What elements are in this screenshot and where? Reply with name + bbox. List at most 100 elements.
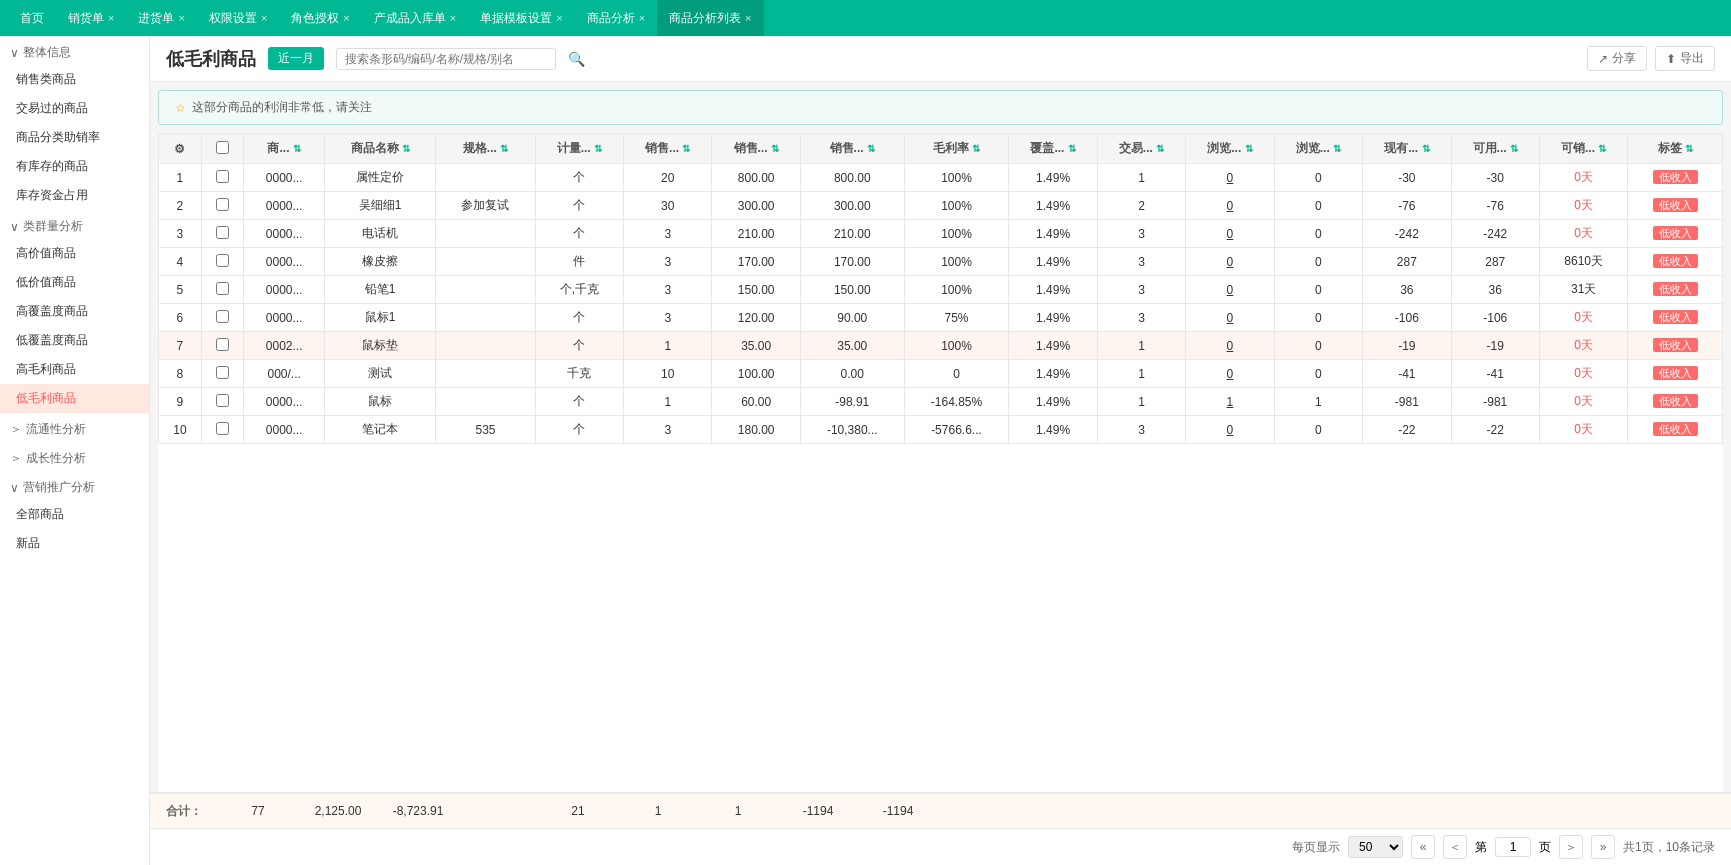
- sidebar-item-low-coverage[interactable]: 低覆盖度商品: [0, 326, 149, 355]
- col-code[interactable]: 商... ⇅: [244, 134, 325, 164]
- col-coverage[interactable]: 覆盖... ⇅: [1009, 134, 1097, 164]
- settings-icon[interactable]: ⚙: [174, 142, 185, 156]
- row-check[interactable]: [216, 338, 229, 351]
- sidebar-item-new-products[interactable]: 新品: [0, 529, 149, 558]
- view1-link[interactable]: 0: [1227, 171, 1234, 185]
- close-icon[interactable]: ×: [745, 12, 751, 24]
- row-check[interactable]: [216, 282, 229, 295]
- row-check[interactable]: [216, 170, 229, 183]
- sidebar-item-high-margin[interactable]: 高毛利商品: [0, 355, 149, 384]
- view1-link[interactable]: 1: [1227, 395, 1234, 409]
- row-view1[interactable]: 0: [1186, 304, 1274, 332]
- row-checkbox[interactable]: [201, 164, 243, 192]
- sidebar-item-in-stock[interactable]: 有库存的商品: [0, 152, 149, 181]
- col-sales-qty[interactable]: 销售... ⇅: [624, 134, 712, 164]
- row-checkbox[interactable]: [201, 248, 243, 276]
- row-checkbox[interactable]: [201, 416, 243, 444]
- nav-template-settings[interactable]: 单据模板设置 ×: [468, 0, 574, 36]
- row-view1[interactable]: 0: [1186, 276, 1274, 304]
- row-check[interactable]: [216, 422, 229, 435]
- col-name[interactable]: 商品名称 ⇅: [325, 134, 436, 164]
- col-tag[interactable]: 标签 ⇅: [1628, 134, 1723, 164]
- sidebar-item-low-margin[interactable]: 低毛利商品: [0, 384, 149, 413]
- select-all-checkbox[interactable]: [216, 141, 229, 154]
- close-icon[interactable]: ×: [261, 12, 267, 24]
- close-icon[interactable]: ×: [639, 12, 645, 24]
- row-check[interactable]: [216, 226, 229, 239]
- col-unit[interactable]: 计量... ⇅: [535, 134, 623, 164]
- nav-product-analysis-list[interactable]: 商品分析列表 ×: [657, 0, 763, 36]
- view1-link[interactable]: 0: [1227, 311, 1234, 325]
- sidebar-item-low-value[interactable]: 低价值商品: [0, 268, 149, 297]
- row-check[interactable]: [216, 394, 229, 407]
- view1-link[interactable]: 0: [1227, 367, 1234, 381]
- nav-product-analysis[interactable]: 商品分析 ×: [575, 0, 657, 36]
- row-view1[interactable]: 0: [1186, 416, 1274, 444]
- row-view1[interactable]: 0: [1186, 360, 1274, 388]
- page-input[interactable]: [1495, 837, 1531, 857]
- next-page-button[interactable]: ＞: [1559, 835, 1583, 859]
- prev-page-button[interactable]: ＜: [1443, 835, 1467, 859]
- last-page-button[interactable]: »: [1591, 835, 1615, 859]
- col-transaction[interactable]: 交易... ⇅: [1097, 134, 1185, 164]
- view1-link[interactable]: 0: [1227, 339, 1234, 353]
- search-input[interactable]: [336, 48, 556, 70]
- first-page-button[interactable]: «: [1411, 835, 1435, 859]
- nav-home[interactable]: 首页: [8, 0, 56, 36]
- row-checkbox[interactable]: [201, 220, 243, 248]
- col-available[interactable]: 可用... ⇅: [1451, 134, 1539, 164]
- search-button[interactable]: 🔍: [568, 51, 585, 67]
- row-check[interactable]: [216, 198, 229, 211]
- col-settings[interactable]: ⚙: [159, 134, 202, 164]
- row-checkbox[interactable]: [201, 360, 243, 388]
- row-check[interactable]: [216, 254, 229, 267]
- col-sales-price[interactable]: 销售... ⇅: [712, 134, 800, 164]
- view1-link[interactable]: 0: [1227, 423, 1234, 437]
- nav-sales-order[interactable]: 销货单 ×: [56, 0, 126, 36]
- row-view1[interactable]: 0: [1186, 248, 1274, 276]
- sidebar-item-all-products[interactable]: 全部商品: [0, 500, 149, 529]
- sidebar-item-stock-capital[interactable]: 库存资金占用: [0, 181, 149, 210]
- close-icon[interactable]: ×: [450, 12, 456, 24]
- row-checkbox[interactable]: [201, 192, 243, 220]
- sidebar-item-high-value[interactable]: 高价值商品: [0, 239, 149, 268]
- sidebar-item-high-coverage[interactable]: 高覆盖度商品: [0, 297, 149, 326]
- col-checkbox[interactable]: [201, 134, 243, 164]
- row-view1[interactable]: 0: [1186, 192, 1274, 220]
- close-icon[interactable]: ×: [178, 12, 184, 24]
- sidebar-item-traded-products[interactable]: 交易过的商品: [0, 94, 149, 123]
- sidebar-group-marketing[interactable]: ∨ 营销推广分析: [0, 471, 149, 500]
- nav-purchase-order[interactable]: 进货单 ×: [126, 0, 196, 36]
- row-view1[interactable]: 0: [1186, 332, 1274, 360]
- row-checkbox[interactable]: [201, 332, 243, 360]
- nav-permissions[interactable]: 权限设置 ×: [197, 0, 279, 36]
- col-current[interactable]: 现有... ⇅: [1363, 134, 1451, 164]
- row-check[interactable]: [216, 310, 229, 323]
- close-icon[interactable]: ×: [108, 12, 114, 24]
- row-view1[interactable]: 1: [1186, 388, 1274, 416]
- close-icon[interactable]: ×: [343, 12, 349, 24]
- row-view1[interactable]: 0: [1186, 220, 1274, 248]
- export-button[interactable]: ⬆ 导出: [1655, 46, 1715, 71]
- close-icon[interactable]: ×: [556, 12, 562, 24]
- sidebar-item-sales-products[interactable]: 销售类商品: [0, 65, 149, 94]
- row-checkbox[interactable]: [201, 276, 243, 304]
- sidebar-group-overview[interactable]: ∨ 整体信息: [0, 36, 149, 65]
- col-gross-rate[interactable]: 毛利率 ⇅: [904, 134, 1009, 164]
- col-view2[interactable]: 浏览... ⇅: [1274, 134, 1362, 164]
- row-view1[interactable]: 0: [1186, 164, 1274, 192]
- date-filter-button[interactable]: 近一月: [268, 47, 324, 70]
- view1-link[interactable]: 0: [1227, 255, 1234, 269]
- view1-link[interactable]: 0: [1227, 199, 1234, 213]
- sidebar-group-growth[interactable]: ＞ 成长性分析: [0, 442, 149, 471]
- row-checkbox[interactable]: [201, 388, 243, 416]
- sidebar-item-category-rate[interactable]: 商品分类助销率: [0, 123, 149, 152]
- row-check[interactable]: [216, 366, 229, 379]
- sidebar-group-liquidity[interactable]: ＞ 流通性分析: [0, 413, 149, 442]
- col-sales-profit[interactable]: 销售... ⇅: [800, 134, 904, 164]
- row-checkbox[interactable]: [201, 304, 243, 332]
- share-button[interactable]: ↗ 分享: [1587, 46, 1647, 71]
- view1-link[interactable]: 0: [1227, 227, 1234, 241]
- col-saleable[interactable]: 可销... ⇅: [1539, 134, 1627, 164]
- sidebar-group-cluster[interactable]: ∨ 类群量分析: [0, 210, 149, 239]
